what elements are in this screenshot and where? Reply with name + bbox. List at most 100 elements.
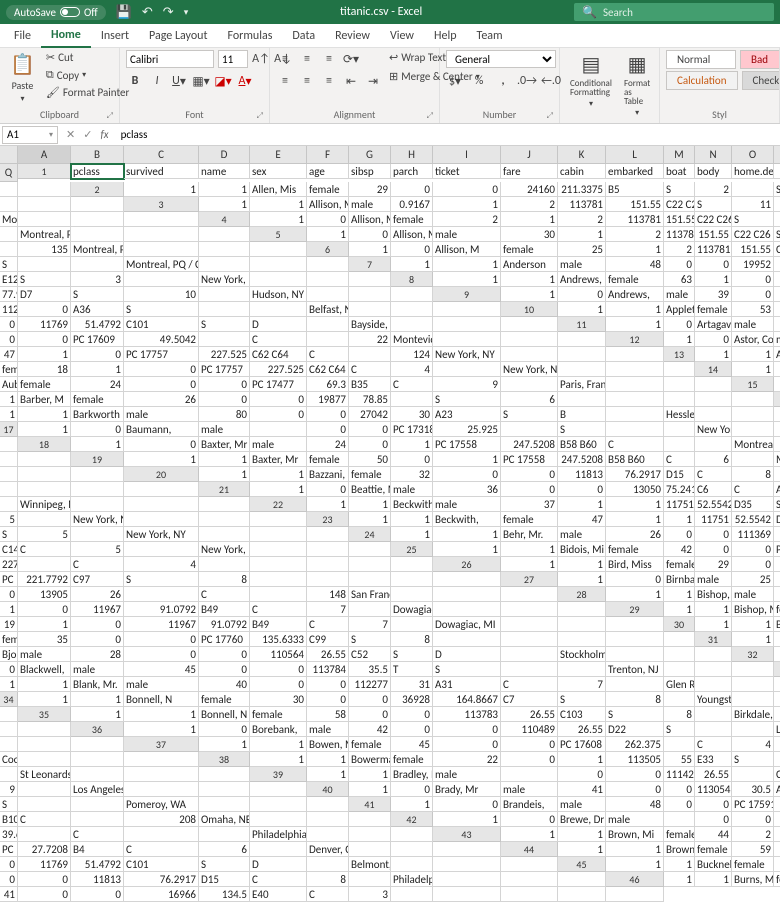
cell[interactable] <box>349 827 391 842</box>
cell[interactable]: male <box>307 722 349 737</box>
cell[interactable]: 0 <box>349 227 391 242</box>
cell[interactable]: C <box>664 452 695 467</box>
cell[interactable]: 0 <box>732 272 774 287</box>
cell[interactable]: male <box>558 797 606 812</box>
cell[interactable]: S <box>606 707 664 722</box>
cell[interactable]: 7 <box>558 677 606 692</box>
cell[interactable]: B10 <box>0 812 18 827</box>
cell[interactable]: 1 <box>199 737 250 752</box>
row-header[interactable]: 39 <box>250 767 307 782</box>
cell[interactable]: embarked <box>606 164 664 179</box>
fx-icon[interactable]: fx <box>100 128 108 141</box>
cell[interactable]: 1 <box>558 497 606 512</box>
row-header[interactable]: 7 <box>349 257 391 272</box>
cell[interactable]: Belfast, NI <box>307 302 349 317</box>
cell[interactable] <box>664 692 695 707</box>
column-header[interactable]: E <box>250 146 307 164</box>
cell[interactable]: S <box>0 527 18 542</box>
italic-icon[interactable]: I <box>148 72 166 90</box>
cell[interactable]: 6 <box>501 392 558 407</box>
cell[interactable]: 19952 <box>732 257 774 272</box>
cell[interactable]: S <box>558 692 606 707</box>
row-header[interactable]: 44 <box>501 842 558 857</box>
column-header[interactable]: I <box>433 146 501 164</box>
cell[interactable]: S <box>199 857 250 872</box>
cell[interactable]: 0 <box>349 422 391 437</box>
cell[interactable]: 211.3375 <box>558 182 606 197</box>
cell[interactable]: 2 <box>732 827 774 842</box>
cell[interactable] <box>391 392 433 407</box>
cell[interactable]: 0 <box>71 422 124 437</box>
cell[interactable]: C <box>199 587 250 602</box>
cell[interactable]: S <box>124 302 199 317</box>
cell[interactable]: 40 <box>199 677 250 692</box>
cell[interactable]: PC 17558 <box>501 452 558 467</box>
cell[interactable] <box>0 467 18 482</box>
cell[interactable]: 1 <box>0 677 18 692</box>
cell[interactable]: C101 <box>124 857 199 872</box>
row-header[interactable]: 42 <box>391 812 433 827</box>
cell[interactable]: 30 <box>250 692 307 707</box>
cell[interactable]: 111369 <box>732 527 774 542</box>
cell[interactable] <box>71 797 124 812</box>
cell[interactable]: 0 <box>391 707 433 722</box>
cell[interactable]: 0 <box>250 662 307 677</box>
style-bad[interactable]: Bad <box>740 50 780 69</box>
cell[interactable]: 55 <box>664 752 695 767</box>
row-header[interactable]: 29 <box>606 602 664 617</box>
undo-icon[interactable]: ↶ <box>142 5 153 20</box>
cell[interactable]: St Leonards-on-Sea, England Ohio <box>18 767 71 782</box>
cell[interactable]: 2 <box>774 842 780 857</box>
cell[interactable] <box>18 482 71 497</box>
column-header[interactable]: F <box>307 146 349 164</box>
cell[interactable]: Bucknell, <box>695 857 732 872</box>
cell[interactable]: 1 <box>558 842 606 857</box>
cell[interactable]: Dowagiac, MI <box>433 617 501 632</box>
cell[interactable]: 0 <box>250 677 307 692</box>
cell[interactable] <box>71 752 124 767</box>
cell[interactable] <box>391 287 433 302</box>
increase-decimal-icon[interactable]: .0→ <box>518 72 536 90</box>
row-header[interactable]: 4 <box>199 212 250 227</box>
cell[interactable] <box>18 197 71 212</box>
cell[interactable]: D15 <box>664 467 695 482</box>
cell[interactable]: 1 <box>501 272 558 287</box>
cell[interactable]: Bird, Miss <box>606 557 664 572</box>
cell[interactable]: 24 <box>307 437 349 452</box>
cell[interactable]: 208 <box>124 812 199 827</box>
cell[interactable]: female <box>501 512 558 527</box>
cell[interactable]: Baxter, Mr <box>250 452 307 467</box>
cell[interactable]: 1 <box>695 272 732 287</box>
cell[interactable] <box>558 347 606 362</box>
cell[interactable]: 91.0792 <box>199 617 250 632</box>
cell[interactable]: female <box>307 452 349 467</box>
cell[interactable]: 22 <box>349 332 391 347</box>
cell[interactable] <box>124 542 199 557</box>
select-all-corner[interactable] <box>0 146 18 164</box>
row-header[interactable]: 33 <box>774 662 780 677</box>
autosave-toggle[interactable]: AutoSave Off <box>6 5 106 20</box>
cell[interactable]: 0 <box>774 557 780 572</box>
cell[interactable]: A23 <box>433 407 501 422</box>
cell[interactable] <box>199 332 250 347</box>
cell[interactable] <box>250 257 307 272</box>
cell[interactable] <box>695 437 732 452</box>
cell[interactable]: 6 <box>695 452 732 467</box>
cell[interactable]: 0 <box>433 467 501 482</box>
cell[interactable]: male <box>558 257 606 272</box>
cell[interactable]: 8 <box>664 707 695 722</box>
cell[interactable]: male <box>501 782 558 797</box>
cell[interactable]: 112277 <box>349 677 391 692</box>
cell[interactable]: C <box>307 617 349 632</box>
cell[interactable]: female <box>391 752 433 767</box>
cell[interactable] <box>433 887 501 902</box>
cell[interactable] <box>0 437 18 452</box>
cell[interactable]: 0 <box>558 767 606 782</box>
style-check[interactable]: Check <box>742 71 780 90</box>
cell[interactable]: S <box>732 752 774 767</box>
cell[interactable]: 18 <box>18 362 71 377</box>
row-header[interactable]: 32 <box>732 647 774 662</box>
cell[interactable]: D35 <box>732 497 774 512</box>
row-header[interactable]: 45 <box>558 857 606 872</box>
cell[interactable] <box>307 797 349 812</box>
